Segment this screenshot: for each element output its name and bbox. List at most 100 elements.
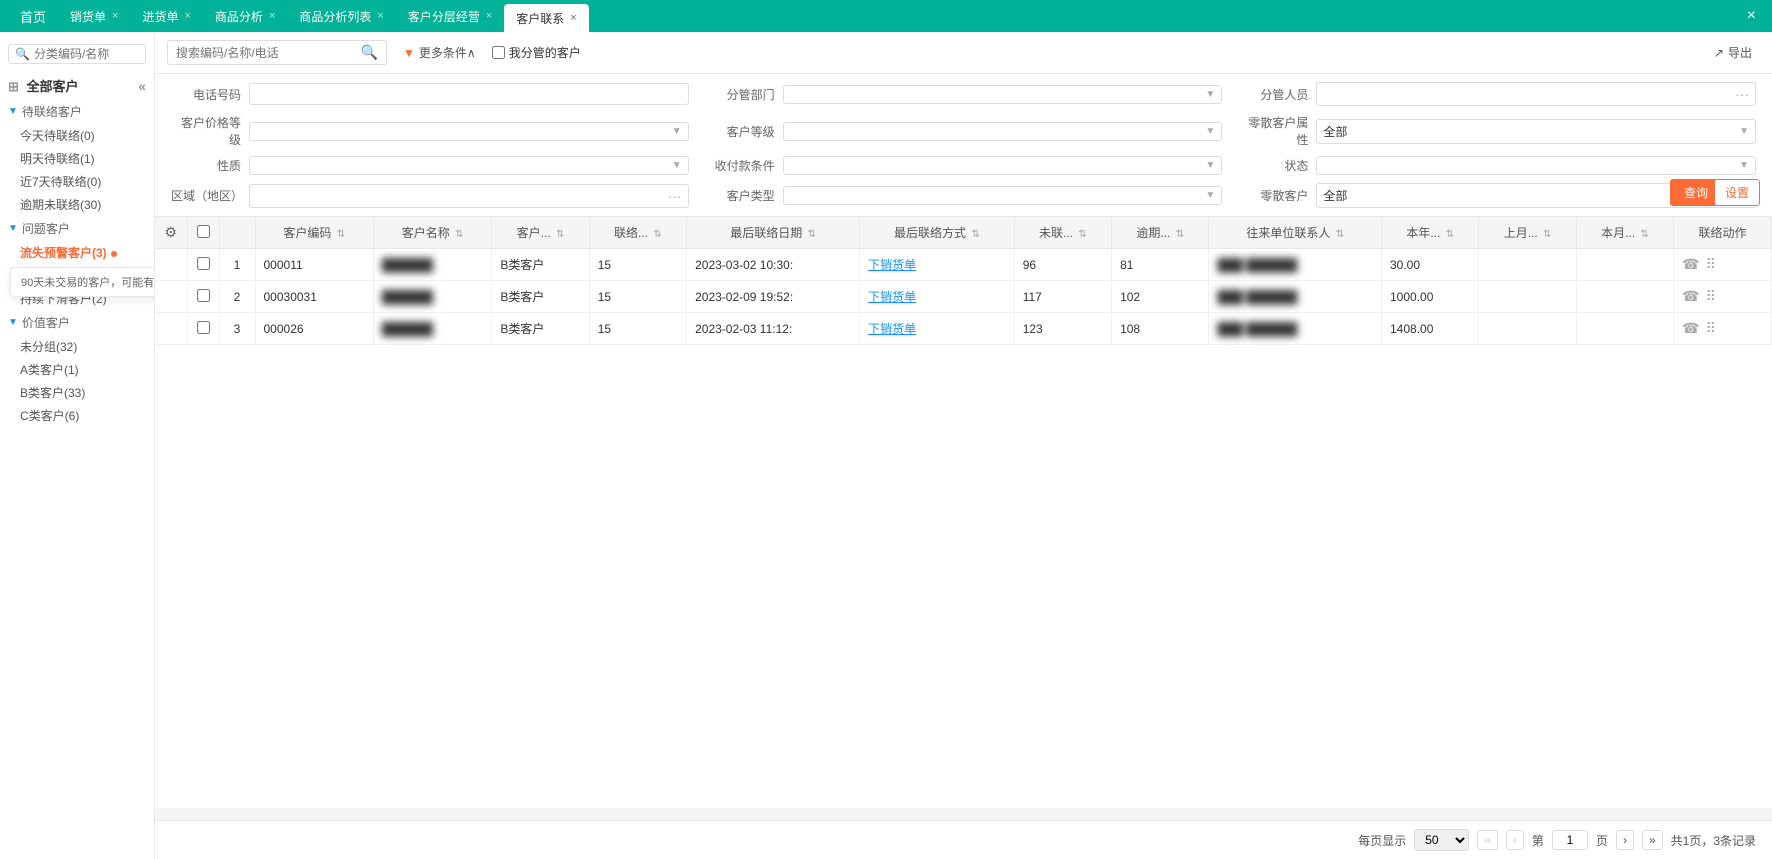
filter-row-manager: 分管人员 ··· (1238, 82, 1756, 106)
tab-close-icon[interactable]: × (112, 10, 118, 22)
my-customers-checkbox[interactable]: 我分管的客户 (492, 44, 581, 61)
filter-customer-level-select[interactable]: ▼ (783, 122, 1223, 141)
tab-close-icon[interactable]: × (269, 10, 275, 22)
action-contact-icon[interactable]: ☎ (1682, 256, 1699, 273)
col-header-action: 联络动作 (1674, 217, 1772, 249)
col-header-this-year: 本年... ⇅ (1382, 217, 1479, 249)
sort-contact-person-icon[interactable]: ⇅ (1336, 229, 1344, 240)
nav-tab-销货单[interactable]: 销货单× (58, 0, 130, 32)
main-search-input[interactable] (176, 46, 361, 60)
horizontal-scrollbar[interactable] (155, 808, 1772, 820)
row-checkbox-cell[interactable] (187, 281, 219, 313)
last-method-link[interactable]: 下销货单 (868, 258, 916, 272)
nav-tab-客户联系[interactable]: 客户联系× (504, 4, 588, 32)
sort-last-date-icon[interactable]: ⇅ (808, 229, 816, 240)
export-button[interactable]: ↗ 导出 (1706, 41, 1760, 64)
main-search-button[interactable]: 🔍 (361, 44, 378, 61)
sidebar-item-2-1[interactable]: A类客户(1) (0, 358, 154, 381)
filter-label-dept: 分管部门 (705, 86, 775, 103)
sort-overdue-icon[interactable]: ⇅ (1176, 229, 1184, 240)
sidebar-collapse-icon[interactable]: « (138, 78, 146, 94)
window-close-button[interactable]: × (1739, 7, 1764, 25)
sidebar-search-box[interactable]: 🔍 (8, 44, 146, 64)
tab-close-icon[interactable]: × (377, 10, 383, 22)
my-customers-checkbox-input[interactable] (492, 46, 505, 59)
sort-last-method-icon[interactable]: ⇅ (971, 229, 979, 240)
nav-tab-进货单[interactable]: 进货单× (130, 0, 202, 32)
filter-dept-select[interactable]: ▼ (783, 85, 1223, 104)
main-search-box[interactable]: 🔍 (167, 40, 387, 65)
filter-status-select[interactable]: ▼ (1316, 156, 1756, 175)
row-contact: 15 (589, 249, 686, 281)
filter-row-payment: 收付款条件 ▼ (705, 156, 1223, 175)
tab-close-icon[interactable]: × (570, 12, 576, 24)
sort-type-icon[interactable]: ⇅ (556, 229, 564, 240)
nav-tab-客户分层经营[interactable]: 客户分层经营× (396, 0, 504, 32)
table-row: 1 000011 ██████ B类客户 15 2023-03-02 10:30… (155, 249, 1772, 281)
sidebar-item-1-0[interactable]: 流失预警客户(3) (0, 241, 154, 264)
sort-code-icon[interactable]: ⇅ (337, 229, 345, 240)
row-checkbox[interactable] (197, 289, 210, 302)
sort-name-icon[interactable]: ⇅ (455, 229, 463, 240)
sidebar-item-2-0[interactable]: 未分组(32) (0, 335, 154, 358)
row-checkbox-cell[interactable] (187, 313, 219, 345)
sidebar-section-title-0[interactable]: ▼待联络客户 (0, 99, 154, 124)
last-method-link[interactable]: 下销货单 (868, 290, 916, 304)
row-checkbox[interactable] (197, 321, 210, 334)
filter-phone-input[interactable] (249, 83, 689, 105)
filter-zero-attr-select[interactable]: 全部 ▼ (1316, 119, 1756, 144)
page-number-input[interactable] (1552, 830, 1588, 850)
row-num: 1 (219, 249, 255, 281)
next-page-button[interactable]: › (1616, 830, 1634, 850)
sidebar-item-0-2[interactable]: 近7天待联络(0) (0, 170, 154, 193)
filter-label-price-level: 客户价格等级 (171, 114, 241, 148)
filter-payment-select[interactable]: ▼ (783, 156, 1223, 175)
action-more-icon[interactable]: ⠿ (1706, 256, 1716, 273)
last-method-link[interactable]: 下销货单 (868, 322, 916, 336)
sort-uncontacted-icon[interactable]: ⇅ (1078, 229, 1086, 240)
filter-manager-select[interactable]: ··· (1316, 82, 1756, 106)
sidebar-item-0-3[interactable]: 逾期未联络(30) (0, 193, 154, 216)
sort-this-month-icon[interactable]: ⇅ (1640, 229, 1648, 240)
sort-this-year-icon[interactable]: ⇅ (1446, 229, 1454, 240)
filter-cust-type-select[interactable]: ▼ (783, 186, 1223, 205)
sidebar-section-title-2[interactable]: ▼价值客户 (0, 310, 154, 335)
row-last-month (1479, 281, 1576, 313)
filter-nature-select[interactable]: ▼ (249, 156, 689, 175)
sidebar-item-0-1[interactable]: 明天待联络(1) (0, 147, 154, 170)
status-arrow: ▼ (1739, 160, 1749, 171)
sidebar-section-title-1[interactable]: ▼问题客户 (0, 216, 154, 241)
sort-last-month-icon[interactable]: ⇅ (1543, 229, 1551, 240)
row-this-month (1576, 281, 1673, 313)
table-body: 1 000011 ██████ B类客户 15 2023-03-02 10:30… (155, 249, 1772, 345)
nav-tab-首页[interactable]: 首页 (8, 0, 58, 32)
tab-close-icon[interactable]: × (486, 10, 492, 22)
sidebar-item-0-0[interactable]: 今天待联络(0) (0, 124, 154, 147)
tab-close-icon[interactable]: × (184, 10, 190, 22)
more-conditions-button[interactable]: ▼ 更多条件 ∧ (395, 41, 484, 64)
table-settings-icon[interactable]: ⚙ (164, 224, 177, 240)
col-header-overdue: 逾期... ⇅ (1112, 217, 1209, 249)
nav-tab-商品分析列表[interactable]: 商品分析列表× (287, 0, 395, 32)
row-checkbox-cell[interactable] (187, 249, 219, 281)
sidebar-search-input[interactable] (34, 47, 139, 61)
action-more-icon[interactable]: ⠿ (1706, 288, 1716, 305)
action-contact-icon[interactable]: ☎ (1682, 320, 1699, 337)
first-page-button[interactable]: « (1477, 830, 1498, 850)
col-header-contact-person: 往来单位联系人 ⇅ (1209, 217, 1382, 249)
action-more-icon[interactable]: ⠿ (1706, 320, 1716, 337)
row-this-year: 1000.00 (1382, 281, 1479, 313)
row-checkbox[interactable] (197, 257, 210, 270)
sidebar-item-2-2[interactable]: B类客户(33) (0, 381, 154, 404)
filter-region-select[interactable]: ··· (249, 184, 689, 208)
action-contact-icon[interactable]: ☎ (1682, 288, 1699, 305)
nav-tab-商品分析[interactable]: 商品分析× (203, 0, 287, 32)
sort-contact-icon[interactable]: ⇅ (653, 229, 661, 240)
prev-page-button[interactable]: ‹ (1506, 830, 1524, 850)
last-page-button[interactable]: » (1642, 830, 1663, 850)
filter-settings-button[interactable]: 设置 (1714, 179, 1760, 206)
filter-price-level-select[interactable]: ▼ (249, 122, 689, 141)
page-size-select[interactable]: 50 20 100 (1414, 829, 1469, 851)
sidebar-item-2-3[interactable]: C类客户(6) (0, 404, 154, 427)
select-all-checkbox[interactable] (197, 225, 210, 238)
